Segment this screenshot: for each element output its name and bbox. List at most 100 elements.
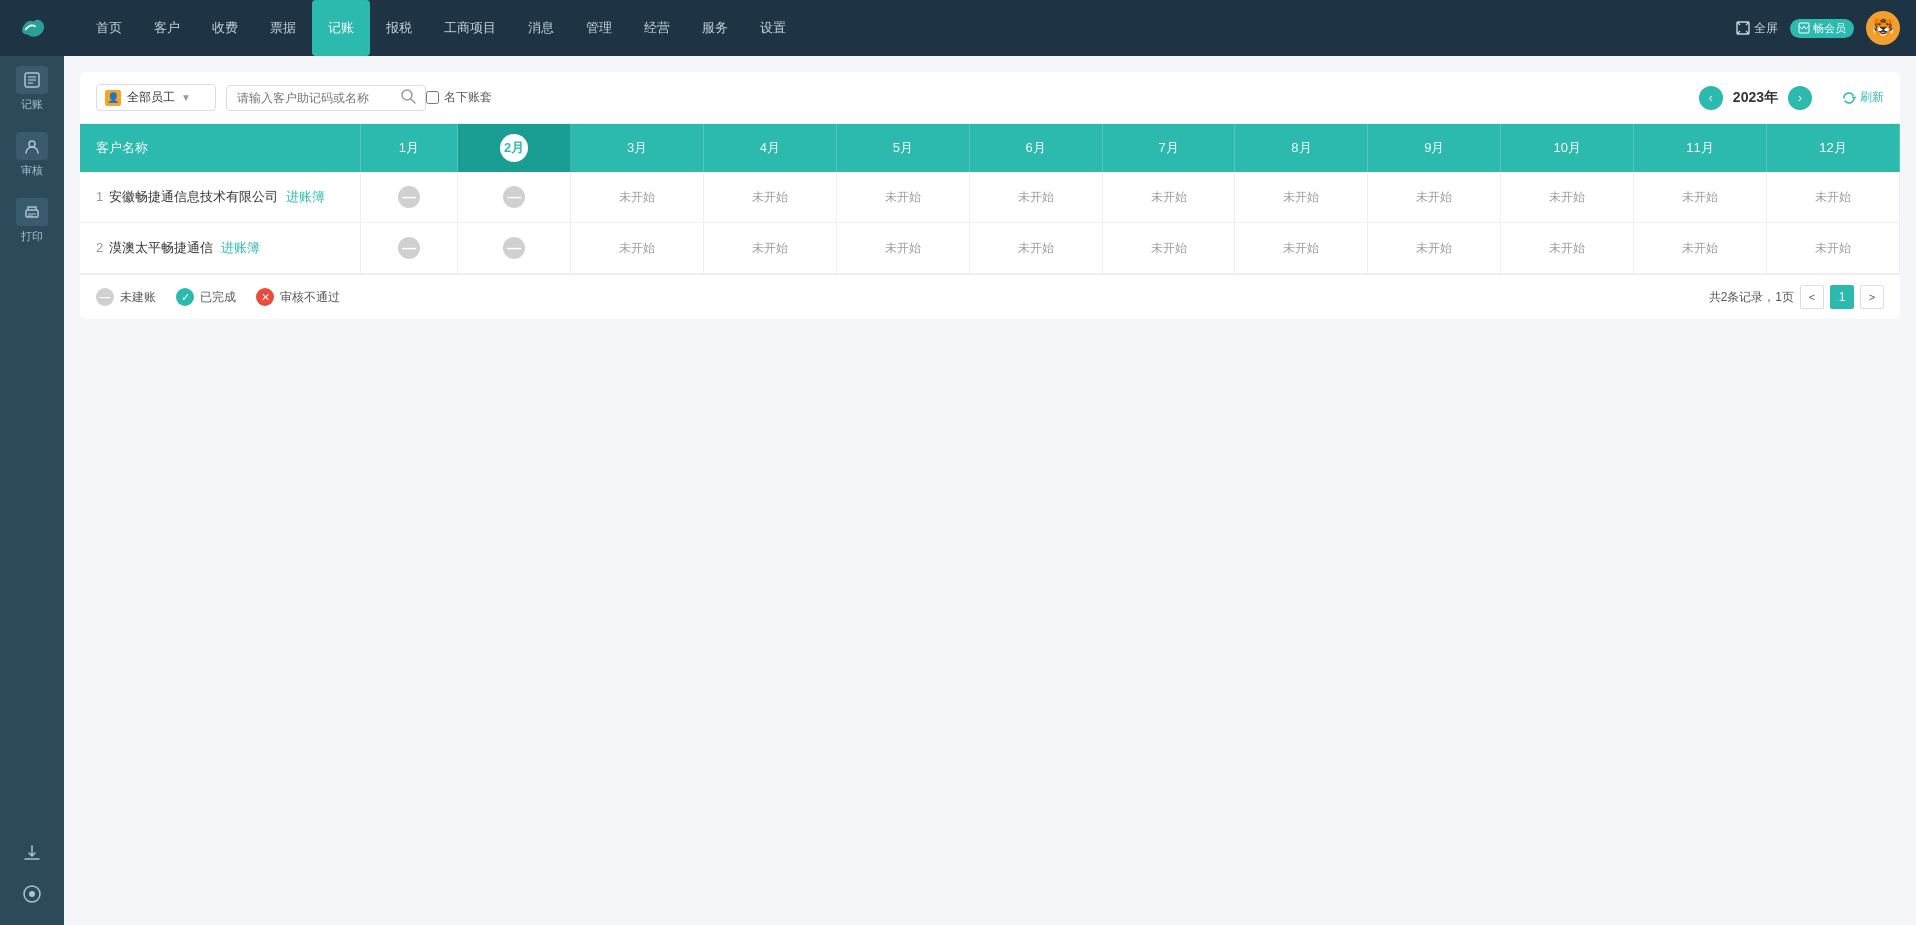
nav-invoice[interactable]: 票据 [254, 0, 312, 56]
not-started-text: 未开始 [752, 190, 788, 204]
month-cell-2: — [458, 172, 571, 223]
nav-settings[interactable]: 设置 [744, 0, 802, 56]
month-cell-9: 未开始 [1368, 172, 1501, 223]
table-row: 2漠澳太平畅捷通信进账簿——未开始未开始未开始未开始未开始未开始未开始未开始未开… [80, 223, 1900, 274]
svg-point-9 [29, 891, 35, 897]
checkbox-label[interactable]: 名下账套 [426, 89, 492, 106]
month-cell-9: 未开始 [1368, 223, 1501, 274]
col-customer: 客户名称 [80, 124, 360, 172]
prev-page-button[interactable]: < [1800, 285, 1824, 309]
year-display: 2023年 [1733, 89, 1778, 107]
refresh-button[interactable]: 刷新 [1842, 89, 1884, 106]
not-started-text: 未开始 [1815, 190, 1851, 204]
month-cell-11: 未开始 [1634, 223, 1767, 274]
not-started-text: 未开始 [885, 190, 921, 204]
month-cell-1: — [360, 172, 458, 223]
not-started-text: 未开始 [1018, 241, 1054, 255]
month-cell-10: 未开始 [1501, 172, 1634, 223]
nav-bookkeeping[interactable]: 记账 [312, 0, 370, 56]
not-started-text: 未开始 [1549, 241, 1585, 255]
sidebar-support[interactable] [0, 875, 64, 913]
user-avatar[interactable]: 🐯 [1866, 11, 1900, 45]
month-cell-11: 未开始 [1634, 172, 1767, 223]
not-started-text: 未开始 [1018, 190, 1054, 204]
sidebar-item-bookkeeping[interactable]: 记账 [0, 56, 64, 122]
col-nov: 11月 [1634, 124, 1767, 172]
company-name: 安徽畅捷通信息技术有限公司 [109, 189, 278, 204]
svg-point-4 [29, 141, 35, 147]
not-started-text: 未开始 [1283, 241, 1319, 255]
nav-message[interactable]: 消息 [512, 0, 570, 56]
month-cell-6: 未开始 [969, 223, 1102, 274]
topnav: 首页 客户 收费 票据 记账 报税 工商项目 消息 管理 经营 服务 设置 全屏 [64, 0, 1916, 56]
not-started-text: 未开始 [1682, 241, 1718, 255]
checkbox-input[interactable] [426, 91, 439, 104]
month-cell-3: 未开始 [571, 223, 704, 274]
not-started-text: 未开始 [1682, 190, 1718, 204]
nav-business[interactable]: 工商项目 [428, 0, 512, 56]
search-input[interactable] [226, 85, 426, 111]
vip-badge[interactable]: 畅会员 [1790, 19, 1854, 38]
sidebar-item-label: 审核 [21, 163, 43, 178]
col-sep: 9月 [1368, 124, 1501, 172]
col-apr: 4月 [703, 124, 836, 172]
table-container: 客户名称 1月 2月 3月 4月 5月 6月 7月 8月 9月 10月 11月 [80, 124, 1900, 274]
nav-client[interactable]: 客户 [138, 0, 196, 56]
not-started-text: 未开始 [1549, 190, 1585, 204]
nav-fee[interactable]: 收费 [196, 0, 254, 56]
search-button[interactable] [400, 88, 416, 107]
print-icon [16, 198, 48, 226]
audit-icon [16, 132, 48, 160]
nav-service[interactable]: 服务 [686, 0, 744, 56]
accounts-table: 客户名称 1月 2月 3月 4月 5月 6月 7月 8月 9月 10月 11月 [80, 124, 1900, 274]
month-cell-5: 未开始 [836, 223, 969, 274]
employee-select[interactable]: 👤 全部员工 ▼ [96, 84, 216, 111]
topnav-right: 全屏 畅会员 🐯 [1736, 11, 1900, 45]
col-dec: 12月 [1766, 124, 1899, 172]
month-cell-3: 未开始 [571, 172, 704, 223]
col-jun: 6月 [969, 124, 1102, 172]
row-number: 2 [96, 240, 103, 255]
sidebar-item-audit[interactable]: 审核 [0, 122, 64, 188]
not-started-text: 未开始 [1283, 190, 1319, 204]
bookkeeping-icon [16, 66, 48, 94]
table-header-row: 客户名称 1月 2月 3月 4月 5月 6月 7月 8月 9月 10月 11月 [80, 124, 1900, 172]
sidebar-item-print[interactable]: 打印 [0, 188, 64, 254]
month-cell-6: 未开始 [969, 172, 1102, 223]
nav-home[interactable]: 首页 [80, 0, 138, 56]
month-cell-12: 未开始 [1766, 172, 1899, 223]
nav-manage[interactable]: 管理 [570, 0, 628, 56]
not-started-text: 未开始 [1416, 241, 1452, 255]
nav-tax[interactable]: 报税 [370, 0, 428, 56]
nav-operation[interactable]: 经营 [628, 0, 686, 56]
total-records: 共2条记录，1页 [1709, 289, 1794, 306]
status-bar: — 未建账 ✓ 已完成 ✕ 审核不通过 共2条记录，1页 < 1 > [80, 274, 1900, 319]
status-dash-icon: — [398, 237, 420, 259]
main-area: 首页 客户 收费 票据 记账 报税 工商项目 消息 管理 经营 服务 设置 全屏 [64, 0, 1916, 925]
month-cell-8: 未开始 [1235, 223, 1368, 274]
not-started-text: 未开始 [1815, 241, 1851, 255]
next-page-button[interactable]: > [1860, 285, 1884, 309]
not-started-text: 未开始 [1151, 241, 1187, 255]
enter-link[interactable]: 进账簿 [286, 189, 325, 204]
prev-year-button[interactable]: ‹ [1699, 86, 1723, 110]
current-page: 1 [1830, 285, 1854, 309]
col-feb: 2月 [458, 124, 571, 172]
sidebar-download[interactable] [0, 835, 64, 871]
month-cell-12: 未开始 [1766, 223, 1899, 274]
not-started-text: 未开始 [1151, 190, 1187, 204]
status-dash-icon: — [503, 186, 525, 208]
enter-link[interactable]: 进账簿 [221, 240, 260, 255]
not-started-text: 未开始 [619, 241, 655, 255]
col-aug: 8月 [1235, 124, 1368, 172]
rejected-icon: ✕ [256, 288, 274, 306]
customer-cell: 1安徽畅捷通信息技术有限公司进账簿 [80, 172, 360, 223]
sidebar-bottom [0, 835, 64, 925]
next-year-button[interactable]: › [1788, 86, 1812, 110]
not-created-icon: — [96, 288, 114, 306]
not-started-text: 未开始 [885, 241, 921, 255]
year-nav: ‹ 2023年 › [1699, 86, 1812, 110]
fullscreen-button[interactable]: 全屏 [1736, 20, 1778, 37]
content-area: 👤 全部员工 ▼ 名下账套 ‹ 2023年 [64, 56, 1916, 925]
company-name: 漠澳太平畅捷通信 [109, 240, 213, 255]
